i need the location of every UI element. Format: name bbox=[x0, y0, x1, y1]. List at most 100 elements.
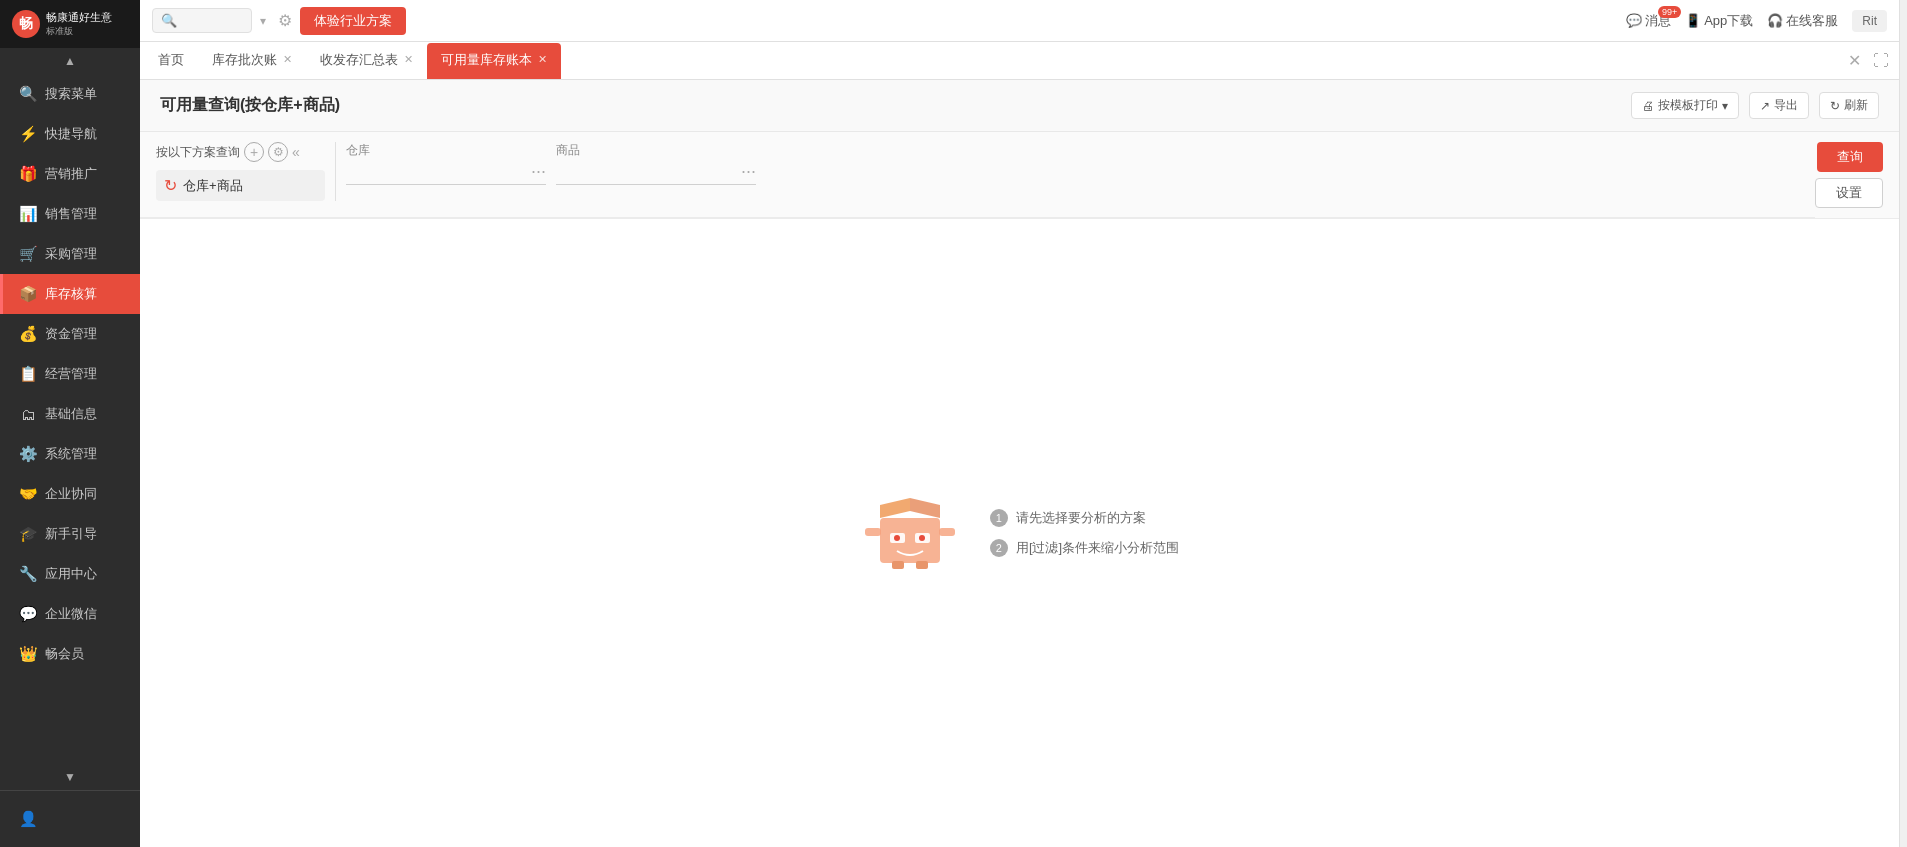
filter-goods-more-btn[interactable]: ··· bbox=[741, 161, 756, 182]
sidebar-item-销售管理[interactable]: 📊 销售管理 bbox=[0, 194, 140, 234]
content-area: 1 请先选择要分析的方案 2 用[过滤]条件来缩小分析范围 bbox=[140, 219, 1899, 847]
sidebar-label-10: 企业协同 bbox=[45, 485, 97, 503]
sidebar-item-快捷导航[interactable]: ⚡ 快捷导航 bbox=[0, 114, 140, 154]
app-logo: 畅 畅康通好生意 标准版 bbox=[0, 0, 140, 48]
scheme-icon: ↻ bbox=[164, 176, 177, 195]
sidebar-item-profile[interactable]: 👤 bbox=[0, 799, 140, 839]
column-settings-btn[interactable]: 设置 bbox=[1815, 178, 1883, 208]
export-btn[interactable]: ↗ 导出 bbox=[1749, 92, 1809, 119]
sidebar-label-1: 快捷导航 bbox=[45, 125, 97, 143]
sidebar-label-11: 新手引导 bbox=[45, 525, 97, 543]
tip-num-1: 1 bbox=[990, 509, 1008, 527]
tab-available-stock[interactable]: 可用量库存账本 ✕ bbox=[427, 43, 561, 79]
svg-point-6 bbox=[919, 535, 925, 541]
sidebar-label-7: 经营管理 bbox=[45, 365, 97, 383]
svg-rect-0 bbox=[880, 518, 940, 563]
app-download-btn[interactable]: 📱 App下载 bbox=[1685, 12, 1753, 30]
sidebar-nav: 🔍 搜索菜单 ⚡ 快捷导航 🎁 营销推广 📊 销售管理 🛒 采购管理 📦 库存核… bbox=[0, 74, 140, 764]
sidebar-icon-0: 🔍 bbox=[19, 85, 37, 103]
refresh-btn[interactable]: ↻ 刷新 bbox=[1819, 92, 1879, 119]
filter-scheme-panel: 按以下方案查询 + ⚙ « ↻ 仓库+商品 bbox=[156, 142, 336, 201]
print-dropdown-icon: ▾ bbox=[1722, 99, 1728, 113]
filter-warehouse-more-btn[interactable]: ··· bbox=[531, 161, 546, 182]
tab-close-inventory-batch[interactable]: ✕ bbox=[283, 53, 292, 66]
message-btn[interactable]: 💬 消息 99+ bbox=[1626, 12, 1671, 30]
sidebar-label-13: 企业微信 bbox=[45, 605, 97, 623]
topbar-search-input[interactable] bbox=[181, 14, 241, 28]
sidebar-item-应用中心[interactable]: 🔧 应用中心 bbox=[0, 554, 140, 594]
app-name: 畅康通好生意 bbox=[46, 10, 112, 24]
sidebar-label-8: 基础信息 bbox=[45, 405, 97, 423]
filter-area: 按以下方案查询 + ⚙ « ↻ 仓库+商品 仓库 bbox=[140, 132, 1815, 218]
filter-goods-field: 商品 ··· bbox=[556, 142, 756, 185]
sidebar-icon-1: ⚡ bbox=[19, 125, 37, 143]
page-header: 可用量查询(按仓库+商品) 🖨 按模板打印 ▾ ↗ 导出 ↻ 刷新 bbox=[140, 80, 1899, 132]
tab-stock-summary[interactable]: 收发存汇总表 ✕ bbox=[306, 43, 427, 79]
tabs-close-all-btn[interactable]: ✕ bbox=[1842, 45, 1867, 76]
online-service-btn[interactable]: 🎧 在线客服 bbox=[1767, 12, 1838, 30]
tab-close-stock-summary[interactable]: ✕ bbox=[404, 53, 413, 66]
topbar: 🔍 ▾ ⚙ 体验行业方案 💬 消息 99+ 📱 App下载 🎧 在线客服 Rit bbox=[140, 0, 1899, 42]
filter-goods-input-wrapper: ··· bbox=[556, 161, 756, 185]
svg-rect-9 bbox=[865, 528, 881, 536]
sidebar-item-基础信息[interactable]: 🗂 基础信息 bbox=[0, 394, 140, 434]
sidebar-item-资金管理[interactable]: 💰 资金管理 bbox=[0, 314, 140, 354]
filter-goods-input[interactable] bbox=[556, 164, 741, 179]
sidebar-item-新手引导[interactable]: 🎓 新手引导 bbox=[0, 514, 140, 554]
sidebar-label-4: 采购管理 bbox=[45, 245, 97, 263]
filter-warehouse-input[interactable] bbox=[346, 164, 531, 179]
sidebar-bottom: 👤 bbox=[0, 790, 140, 847]
industry-btn[interactable]: 体验行业方案 bbox=[300, 7, 406, 35]
message-icon: 💬 bbox=[1626, 13, 1642, 28]
message-badge: 99+ bbox=[1658, 6, 1681, 18]
tabs-expand-btn[interactable]: ⛶ bbox=[1867, 46, 1895, 76]
sidebar-scroll-up[interactable]: ▲ bbox=[0, 48, 140, 74]
sidebar-icon-14: 👑 bbox=[19, 645, 37, 663]
sidebar-icon-9: ⚙️ bbox=[19, 445, 37, 463]
tab-inventory-batch[interactable]: 库存批次账 ✕ bbox=[198, 43, 306, 79]
topbar-gear-icon[interactable]: ⚙ bbox=[278, 11, 292, 30]
sidebar-label-0: 搜索菜单 bbox=[45, 85, 97, 103]
sidebar-label-2: 营销推广 bbox=[45, 165, 97, 183]
sidebar-item-企业协同[interactable]: 🤝 企业协同 bbox=[0, 474, 140, 514]
query-btn[interactable]: 查询 bbox=[1817, 142, 1883, 172]
sidebar-item-库存核算[interactable]: 📦 库存核算 bbox=[0, 274, 140, 314]
main-area: 🔍 ▾ ⚙ 体验行业方案 💬 消息 99+ 📱 App下载 🎧 在线客服 Rit bbox=[140, 0, 1899, 847]
sidebar-label-6: 资金管理 bbox=[45, 325, 97, 343]
filter-collapse-btn[interactable]: « bbox=[292, 144, 300, 160]
tip-num-2: 2 bbox=[990, 539, 1008, 557]
right-scrollbar[interactable] bbox=[1899, 0, 1907, 847]
sidebar-item-营销推广[interactable]: 🎁 营销推广 bbox=[0, 154, 140, 194]
filter-warehouse-field: 仓库 ··· bbox=[346, 142, 546, 185]
filter-scheme-label: 按以下方案查询 + ⚙ « bbox=[156, 142, 325, 162]
sidebar-icon-8: 🗂 bbox=[19, 406, 37, 423]
filter-add-btn[interactable]: + bbox=[244, 142, 264, 162]
user-profile-btn[interactable]: Rit bbox=[1852, 10, 1887, 32]
sidebar-label-5: 库存核算 bbox=[45, 285, 97, 303]
sidebar-item-企业微信[interactable]: 💬 企业微信 bbox=[0, 594, 140, 634]
filter-scheme-item[interactable]: ↻ 仓库+商品 bbox=[156, 170, 325, 201]
sidebar-icon-3: 📊 bbox=[19, 205, 37, 223]
sidebar-item-采购管理[interactable]: 🛒 采购管理 bbox=[0, 234, 140, 274]
print-btn[interactable]: 🖨 按模板打印 ▾ bbox=[1631, 92, 1739, 119]
empty-state: 1 请先选择要分析的方案 2 用[过滤]条件来缩小分析范围 bbox=[860, 483, 1179, 583]
sidebar-item-系统管理[interactable]: ⚙️ 系统管理 bbox=[0, 434, 140, 474]
sidebar-item-经营管理[interactable]: 📋 经营管理 bbox=[0, 354, 140, 394]
tab-home[interactable]: 首页 bbox=[144, 43, 198, 79]
printer-icon: 🖨 bbox=[1642, 99, 1654, 113]
tab-close-available-stock[interactable]: ✕ bbox=[538, 53, 547, 66]
sidebar-icon-11: 🎓 bbox=[19, 525, 37, 543]
svg-rect-10 bbox=[939, 528, 955, 536]
app-badge: 标准版 bbox=[46, 25, 112, 38]
filter-warehouse-input-wrapper: ··· bbox=[346, 161, 546, 185]
sidebar-scroll-down[interactable]: ▼ bbox=[0, 764, 140, 790]
topbar-dropdown-icon[interactable]: ▾ bbox=[260, 14, 266, 28]
sidebar-item-搜索菜单[interactable]: 🔍 搜索菜单 bbox=[0, 74, 140, 114]
sidebar-label-14: 畅会员 bbox=[45, 645, 84, 663]
sidebar-item-畅会员[interactable]: 👑 畅会员 bbox=[0, 634, 140, 674]
empty-illustration bbox=[860, 483, 960, 583]
topbar-search-box[interactable]: 🔍 bbox=[152, 8, 252, 33]
svg-rect-8 bbox=[916, 561, 928, 569]
search-icon: 🔍 bbox=[161, 13, 177, 28]
filter-settings-icon[interactable]: ⚙ bbox=[268, 142, 288, 162]
